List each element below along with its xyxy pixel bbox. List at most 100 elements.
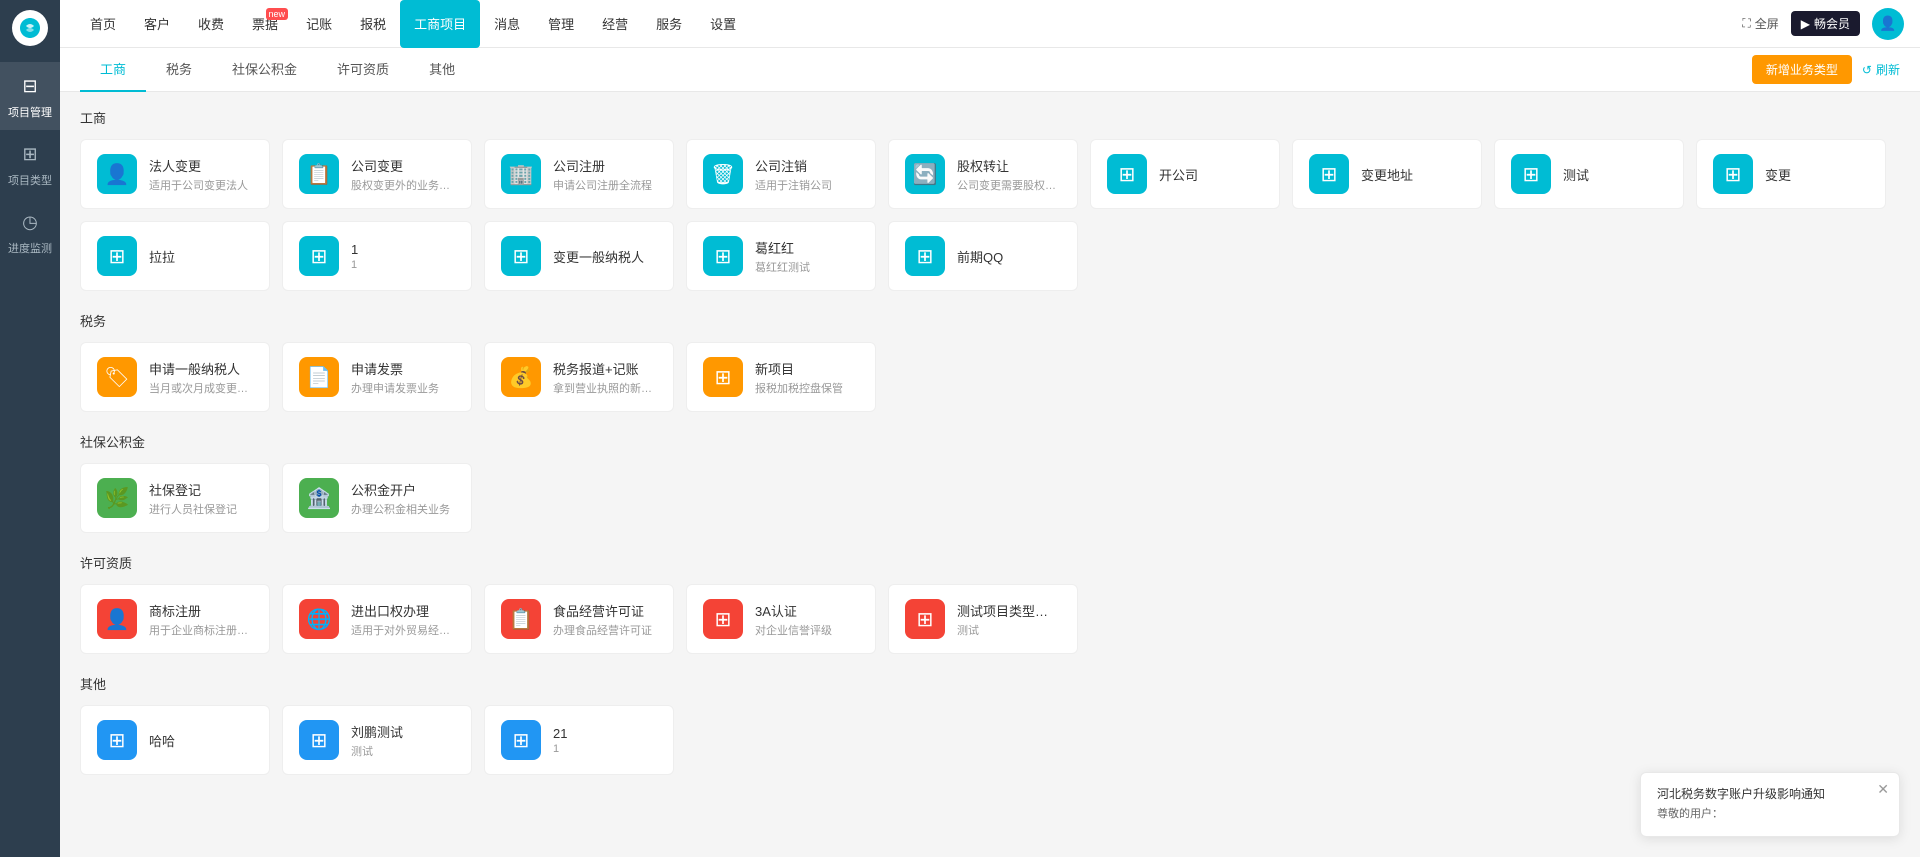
tab-other[interactable]: 其他 (409, 48, 475, 92)
refresh-button[interactable]: ↺ 刷新 (1862, 61, 1900, 78)
tab-industry[interactable]: 工商 (80, 48, 146, 92)
card-icon-change1: ⊞ (1713, 154, 1753, 194)
social-section-title: 社保公积金 (80, 432, 1900, 451)
nav-tax[interactable]: 报税 (346, 0, 400, 48)
sidebar-item-progress-monitor[interactable]: ◷ 进度监测 (0, 198, 60, 266)
card-desc-food-license: 办理食品经营许可证 (553, 622, 657, 638)
card-food-license[interactable]: 📋 食品经营许可证 办理食品经营许可证 (484, 584, 674, 654)
tab-social[interactable]: 社保公积金 (212, 48, 317, 92)
nav-billing[interactable]: 收费 (184, 0, 238, 48)
tax-cards-grid: 🏷 申请一般纳税人 当月或次月成变更完成 📄 申请发票 办理申请发票业务 💰 税… (80, 342, 1900, 412)
sidebar-item-label: 进度监测 (8, 240, 52, 256)
card-name-certification-3a: 3A认证 (755, 601, 859, 620)
add-business-type-button[interactable]: 新增业务类型 (1752, 55, 1852, 84)
card-name-social-register: 社保登记 (149, 480, 253, 499)
card-desc-apply-taxpayer: 当月或次月成变更完成 (149, 380, 253, 396)
card-name-equity-transfer: 股权转让 (957, 156, 1061, 175)
card-icon-test-project-type: ⊞ (905, 599, 945, 639)
other-section-title: 其他 (80, 674, 1900, 693)
card-icon-qqpre: ⊞ (905, 236, 945, 276)
card-test1[interactable]: ⊞ 测试 (1494, 139, 1684, 209)
card-desc-legal-change: 适用于公司变更法人 (149, 177, 253, 193)
card-icon-haha: ⊞ (97, 720, 137, 760)
top-navigation: 首页 客户 收费 票据 new 记账 报税 工商项目 消息 管理 经营 服务 设… (60, 0, 1920, 48)
card-change1[interactable]: ⊞ 变更 (1696, 139, 1886, 209)
user-avatar[interactable]: 👤 (1872, 8, 1904, 40)
card-name-apply-taxpayer: 申请一般纳税人 (149, 359, 253, 378)
vip-label: 畅会员 (1814, 15, 1850, 32)
card-company-change[interactable]: 📋 公司变更 股权变更外的业务变更 (282, 139, 472, 209)
card-desc-import-export: 适用于对外贸易经营者 (351, 622, 455, 638)
card-test-project-type[interactable]: ⊞ 测试项目类型自定义 测试 (888, 584, 1078, 654)
card-num21[interactable]: ⊞ 21 1 (484, 705, 674, 775)
card-legal-change[interactable]: 👤 法人变更 适用于公司变更法人 (80, 139, 270, 209)
card-icon-test1: ⊞ (1511, 154, 1551, 194)
card-icon-company-change: 📋 (299, 154, 339, 194)
card-icon-social-register: 🌿 (97, 478, 137, 518)
card-company-register[interactable]: 🏢 公司注册 申请公司注册全流程 (484, 139, 674, 209)
card-equity-transfer[interactable]: 🔄 股权转让 公司变更需要股权转让 (888, 139, 1078, 209)
card-lala[interactable]: ⊞ 拉拉 (80, 221, 270, 291)
card-open-company[interactable]: ⊞ 开公司 (1090, 139, 1280, 209)
card-import-export[interactable]: 🌐 进出口权办理 适用于对外贸易经营者 (282, 584, 472, 654)
card-desc-apply-invoice: 办理申请发票业务 (351, 380, 455, 396)
nav-customer[interactable]: 客户 (130, 0, 184, 48)
card-num1[interactable]: ⊞ 1 1 (282, 221, 472, 291)
sidebar-item-label: 项目管理 (8, 104, 52, 120)
main-area: 首页 客户 收费 票据 new 记账 报税 工商项目 消息 管理 经营 服务 设… (60, 0, 1920, 857)
nav-service[interactable]: 服务 (642, 0, 696, 48)
card-certification-3a[interactable]: ⊞ 3A认证 对企业信誉评级 (686, 584, 876, 654)
card-liupeng-test[interactable]: ⊞ 刘鹏测试 测试 (282, 705, 472, 775)
tab-tax[interactable]: 税务 (146, 48, 212, 92)
vip-button[interactable]: ▶ 畅会员 (1791, 11, 1860, 36)
sidebar-item-project-type[interactable]: ⊞ 项目类型 (0, 130, 60, 198)
card-name-test1: 测试 (1563, 165, 1667, 184)
card-icon-fund-open: 🏦 (299, 478, 339, 518)
notification-close-button[interactable]: ✕ (1877, 781, 1889, 798)
card-name-change1: 变更 (1765, 165, 1869, 184)
license-section-title: 许可资质 (80, 553, 1900, 572)
card-company-cancel[interactable]: 🗑 公司注销 适用于注销公司 (686, 139, 876, 209)
card-name-import-export: 进出口权办理 (351, 601, 455, 620)
card-icon-equity-transfer: 🔄 (905, 154, 945, 194)
notification-title: 河北税务数字账户升级影响通知 (1657, 785, 1883, 802)
card-change-address[interactable]: ⊞ 变更地址 (1292, 139, 1482, 209)
card-icon-guhonghong: ⊞ (703, 236, 743, 276)
sidebar-item-project-manage[interactable]: ⊟ 项目管理 (0, 62, 60, 130)
card-haha[interactable]: ⊞ 哈哈 (80, 705, 270, 775)
refresh-icon: ↺ (1862, 63, 1872, 77)
tabs-bar: 工商 税务 社保公积金 许可资质 其他 新增业务类型 ↺ 刷新 (60, 48, 1920, 92)
nav-ticket[interactable]: 票据 new (238, 0, 292, 48)
tab-license[interactable]: 许可资质 (317, 48, 409, 92)
nav-home[interactable]: 首页 (76, 0, 130, 48)
nav-settings[interactable]: 设置 (696, 0, 750, 48)
card-tax-report-accounting[interactable]: 💰 税务报道+记账 拿到营业执照的新公司 (484, 342, 674, 412)
nav-message[interactable]: 消息 (480, 0, 534, 48)
card-qqpre[interactable]: ⊞ 前期QQ (888, 221, 1078, 291)
nav-finance[interactable]: 经营 (588, 0, 642, 48)
card-name-new-project: 新项目 (755, 359, 859, 378)
nav-industry[interactable]: 工商项目 (400, 0, 480, 48)
card-icon-change-taxpayer: ⊞ (501, 236, 541, 276)
card-trademark[interactable]: 👤 商标注册 用于企业商标注册服务 (80, 584, 270, 654)
nav-accounting[interactable]: 记账 (292, 0, 346, 48)
project-manage-icon: ⊟ (16, 72, 44, 100)
card-name-qqpre: 前期QQ (957, 247, 1061, 266)
card-guhonghong[interactable]: ⊞ 葛红红 葛红红测试 (686, 221, 876, 291)
card-fund-open[interactable]: 🏦 公积金开户 办理公积金相关业务 (282, 463, 472, 533)
card-icon-open-company: ⊞ (1107, 154, 1147, 194)
card-desc-num1: 1 (351, 259, 455, 271)
fullscreen-button[interactable]: ⛶ 全屏 (1742, 15, 1778, 32)
app-logo (12, 10, 48, 46)
card-icon-certification-3a: ⊞ (703, 599, 743, 639)
card-icon-new-project: ⊞ (703, 357, 743, 397)
other-cards-grid: ⊞ 哈哈 ⊞ 刘鹏测试 测试 ⊞ 21 1 (80, 705, 1900, 775)
card-apply-invoice[interactable]: 📄 申请发票 办理申请发票业务 (282, 342, 472, 412)
card-apply-taxpayer[interactable]: 🏷 申请一般纳税人 当月或次月成变更完成 (80, 342, 270, 412)
card-desc-company-change: 股权变更外的业务变更 (351, 177, 455, 193)
card-change-taxpayer[interactable]: ⊞ 变更一般纳税人 (484, 221, 674, 291)
card-new-project[interactable]: ⊞ 新项目 报税加税控盘保管 (686, 342, 876, 412)
card-social-register[interactable]: 🌿 社保登记 进行人员社保登记 (80, 463, 270, 533)
card-desc-certification-3a: 对企业信誉评级 (755, 622, 859, 638)
nav-manage[interactable]: 管理 (534, 0, 588, 48)
